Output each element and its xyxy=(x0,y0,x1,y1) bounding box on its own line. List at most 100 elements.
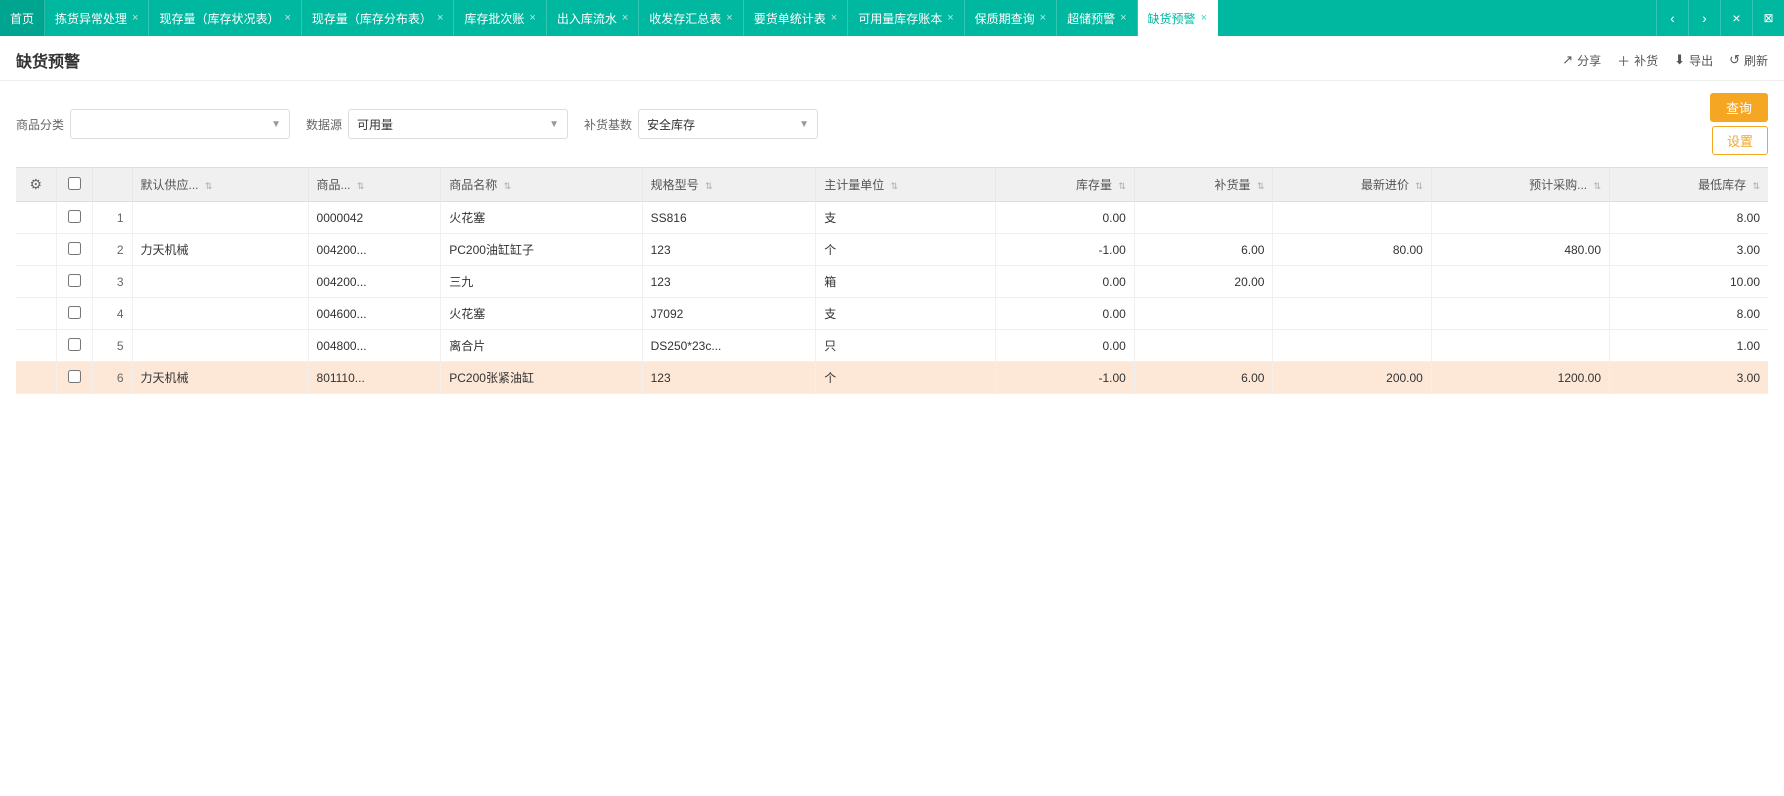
select-all-checkbox[interactable] xyxy=(68,177,81,190)
close-tab-exception[interactable]: × xyxy=(132,12,138,24)
row-num: 3 xyxy=(92,266,132,298)
row-checkbox-cell xyxy=(56,202,92,234)
row-min-stock: 3.00 xyxy=(1610,362,1768,394)
close-tab-stock2[interactable]: × xyxy=(437,12,443,24)
row-spec: DS250*23c... xyxy=(642,330,816,362)
close-tab-available[interactable]: × xyxy=(947,12,953,24)
col-supplier-header[interactable]: 默认供应... ⇅ xyxy=(132,168,308,202)
row-checkbox[interactable] xyxy=(68,274,81,287)
page-content: 缺货预警 ↗ 分享 ＋ 补货 ⬇ 导出 ↺ 刷新 商品分类 xyxy=(0,36,1784,796)
row-stock: -1.00 xyxy=(996,234,1135,266)
col-num-header xyxy=(92,168,132,202)
row-supplier xyxy=(132,330,308,362)
nav-tab-available[interactable]: 可用量库存账本 × xyxy=(848,0,964,36)
table-container: ⚙ 默认供应... ⇅ 商品... ⇅ 商品名称 xyxy=(0,167,1784,394)
col-replenish-header[interactable]: 补货量 ⇅ xyxy=(1134,168,1273,202)
col-spec-header[interactable]: 规格型号 ⇅ xyxy=(642,168,816,202)
data-table: ⚙ 默认供应... ⇅ 商品... ⇅ 商品名称 xyxy=(16,167,1768,394)
replenish-base-select[interactable]: 安全库存 ▼ xyxy=(638,109,818,139)
close-tab-order[interactable]: × xyxy=(831,12,837,24)
nav-close-all-button[interactable]: ⊠ xyxy=(1752,0,1784,36)
row-checkbox[interactable] xyxy=(68,242,81,255)
row-latest-price xyxy=(1273,298,1431,330)
col-product-name-header[interactable]: 商品名称 ⇅ xyxy=(441,168,642,202)
share-action[interactable]: ↗ 分享 xyxy=(1562,52,1601,69)
nav-tab-summary[interactable]: 收发存汇总表 × xyxy=(639,0,743,36)
row-settings-cell xyxy=(16,330,56,362)
spec-sort-icon: ⇅ xyxy=(705,181,713,192)
nav-tab-batch[interactable]: 库存批次账 × xyxy=(454,0,546,36)
table-row: 2 力天机械 004200... PC200油缸缸子 123 个 -1.00 6… xyxy=(16,234,1768,266)
refresh-action[interactable]: ↺ 刷新 xyxy=(1729,52,1768,69)
nav-tab-flow[interactable]: 出入库流水 × xyxy=(547,0,639,36)
page-header: 缺货预警 ↗ 分享 ＋ 补货 ⬇ 导出 ↺ 刷新 xyxy=(0,36,1784,81)
product-name-sort-icon: ⇅ xyxy=(504,181,512,192)
col-unit-header[interactable]: 主计量单位 ⇅ xyxy=(816,168,996,202)
row-checkbox[interactable] xyxy=(68,210,81,223)
col-estimated-header[interactable]: 预计采购... ⇅ xyxy=(1431,168,1609,202)
nav-tab-order[interactable]: 要货单统计表 × xyxy=(744,0,848,36)
row-product-code: 004200... xyxy=(308,234,441,266)
row-estimated-purchase: 480.00 xyxy=(1431,234,1609,266)
row-checkbox[interactable] xyxy=(68,306,81,319)
settings-button[interactable]: 设置 xyxy=(1712,126,1768,155)
top-nav: 首页 拣货异常处理 × 现存量（库存状况表） × 现存量（库存分布表） × 库存… xyxy=(0,0,1784,36)
category-select[interactable]: ▼ xyxy=(70,109,290,139)
nav-tab-stock2[interactable]: 现存量（库存分布表） × xyxy=(302,0,454,36)
row-replenish xyxy=(1134,298,1273,330)
datasource-filter-group: 数据源 可用量 ▼ xyxy=(306,109,568,139)
row-product-name: PC200张紧油缸 xyxy=(441,362,642,394)
close-tab-batch[interactable]: × xyxy=(529,12,535,24)
replenish-base-select-value: 安全库存 xyxy=(647,116,695,133)
row-settings-cell xyxy=(16,202,56,234)
nav-tab-shortage[interactable]: 缺货预警 × xyxy=(1138,0,1218,36)
col-stock-header[interactable]: 库存量 ⇅ xyxy=(996,168,1135,202)
close-tab-expiry[interactable]: × xyxy=(1040,12,1046,24)
refresh-icon: ↺ xyxy=(1729,52,1740,68)
nav-tab-stock1[interactable]: 现存量（库存状况表） × xyxy=(149,0,301,36)
nav-tab-exception[interactable]: 拣货异常处理 × xyxy=(45,0,149,36)
table-row: 1 0000042 火花塞 SS816 支 0.00 8.00 xyxy=(16,202,1768,234)
row-num: 2 xyxy=(92,234,132,266)
row-product-code: 004200... xyxy=(308,266,441,298)
row-supplier xyxy=(132,266,308,298)
row-supplier xyxy=(132,298,308,330)
nav-next-button[interactable]: › xyxy=(1688,0,1720,36)
row-estimated-purchase xyxy=(1431,330,1609,362)
close-tab-summary[interactable]: × xyxy=(726,12,732,24)
col-min-stock-header[interactable]: 最低库存 ⇅ xyxy=(1610,168,1768,202)
export-icon: ⬇ xyxy=(1674,52,1685,68)
row-stock: 0.00 xyxy=(996,330,1135,362)
close-tab-overstock[interactable]: × xyxy=(1120,12,1126,24)
datasource-select[interactable]: 可用量 ▼ xyxy=(348,109,568,139)
row-replenish xyxy=(1134,202,1273,234)
row-checkbox[interactable] xyxy=(68,338,81,351)
table-row: 6 力天机械 801110... PC200张紧油缸 123 个 -1.00 6… xyxy=(16,362,1768,394)
close-tab-shortage[interactable]: × xyxy=(1201,12,1207,24)
category-select-arrow: ▼ xyxy=(271,119,281,130)
row-latest-price: 80.00 xyxy=(1273,234,1431,266)
query-button[interactable]: 查询 xyxy=(1710,93,1768,122)
row-min-stock: 8.00 xyxy=(1610,298,1768,330)
row-latest-price xyxy=(1273,202,1431,234)
replenish-base-select-arrow: ▼ xyxy=(799,119,809,130)
nav-tab-overstock[interactable]: 超储预警 × xyxy=(1057,0,1137,36)
replenish-action[interactable]: ＋ 补货 xyxy=(1617,51,1658,70)
close-tab-flow[interactable]: × xyxy=(622,12,628,24)
nav-tab-expiry[interactable]: 保质期查询 × xyxy=(965,0,1057,36)
nav-prev-button[interactable]: ‹ xyxy=(1656,0,1688,36)
nav-close-current-button[interactable]: × xyxy=(1720,0,1752,36)
col-latest-price-header[interactable]: 最新进价 ⇅ xyxy=(1273,168,1431,202)
close-tab-stock1[interactable]: × xyxy=(284,12,290,24)
column-settings-icon[interactable]: ⚙ xyxy=(29,176,42,193)
export-action[interactable]: ⬇ 导出 xyxy=(1674,52,1713,69)
row-spec: 123 xyxy=(642,362,816,394)
row-replenish: 6.00 xyxy=(1134,362,1273,394)
col-product-code-header[interactable]: 商品... ⇅ xyxy=(308,168,441,202)
col-settings: ⚙ xyxy=(16,168,56,202)
row-replenish: 20.00 xyxy=(1134,266,1273,298)
nav-tab-home[interactable]: 首页 xyxy=(0,0,45,36)
row-stock: 0.00 xyxy=(996,298,1135,330)
row-stock: 0.00 xyxy=(996,202,1135,234)
row-checkbox[interactable] xyxy=(68,370,81,383)
